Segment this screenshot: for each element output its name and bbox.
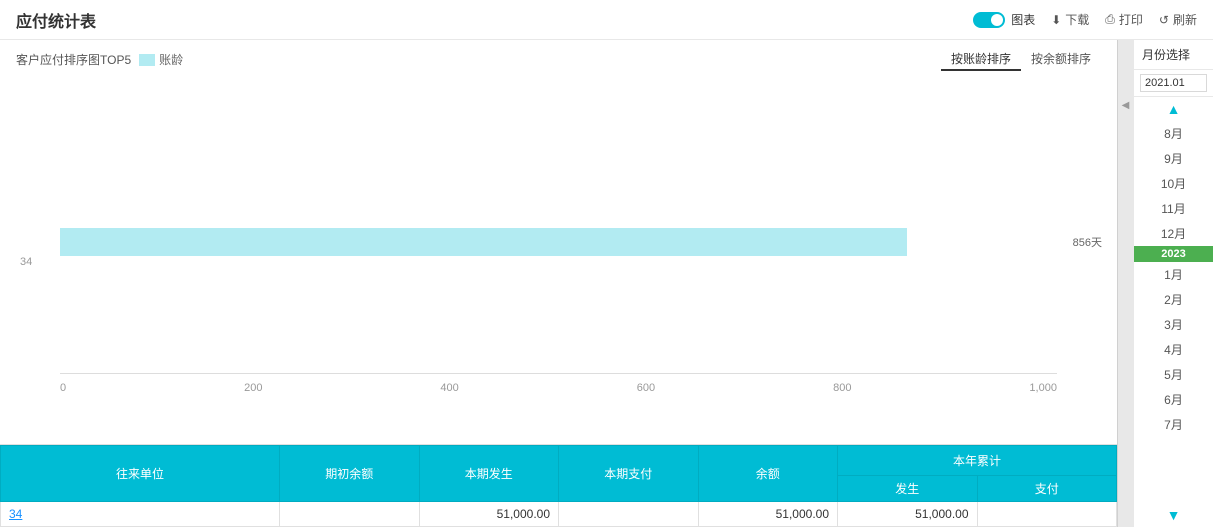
bar-row: 856天 xyxy=(60,228,1057,256)
page-title: 应付统计表 xyxy=(16,8,96,32)
sidebar-year-input[interactable] xyxy=(1140,74,1207,92)
month-item-jan[interactable]: 1月 xyxy=(1134,262,1213,287)
sidebar-title: 月份选择 xyxy=(1134,40,1213,70)
print-icon: ⎙ xyxy=(1105,12,1115,27)
month-item-mar[interactable]: 3月 xyxy=(1134,312,1213,337)
x-axis: 0 200 400 600 800 1,000 xyxy=(60,382,1057,394)
chart-toggle[interactable] xyxy=(973,12,1005,28)
chevron-down-icon: ▼ xyxy=(1167,507,1181,523)
header: 应付统计表 图表 ⬇ 下载 ⎙ 打印 ↺ 刷新 xyxy=(0,0,1213,40)
x-label-600: 600 xyxy=(637,382,655,394)
bar-chart-area: 34 856天 xyxy=(0,79,1117,444)
chart-header: 客户应付排序图TOP5 账龄 按账龄排序 按余额排序 xyxy=(0,40,1117,79)
chart-toggle-wrap[interactable]: 图表 xyxy=(973,11,1035,28)
chart-toggle-label: 图表 xyxy=(1011,11,1035,28)
col-header-occur: 本期发生 xyxy=(419,446,559,502)
month-item-sep[interactable]: 9月 xyxy=(1134,146,1213,171)
sidebar-down-button[interactable]: ▼ xyxy=(1134,503,1213,527)
header-actions: 图表 ⬇ 下载 ⎙ 打印 ↺ 刷新 xyxy=(973,11,1197,28)
refresh-button[interactable]: ↺ 刷新 xyxy=(1159,11,1197,28)
cell-opening xyxy=(280,502,420,527)
col-header-ytd-occur: 发生 xyxy=(838,476,978,502)
legend-title: 客户应付排序图TOP5 xyxy=(16,51,131,68)
chevron-left-icon: ◀ xyxy=(1122,100,1130,111)
month-item-apr[interactable]: 4月 xyxy=(1134,337,1213,362)
month-item-jul[interactable]: 7月 xyxy=(1134,412,1213,437)
sort-by-amount-button[interactable]: 按余额排序 xyxy=(1021,48,1101,71)
x-label-400: 400 xyxy=(440,382,458,394)
y-axis-label: 34 xyxy=(20,256,32,268)
chevron-up-icon: ▲ xyxy=(1167,101,1181,117)
download-button[interactable]: ⬇ 下载 xyxy=(1051,11,1089,28)
year-marker-2023: 2023 xyxy=(1134,246,1213,262)
col-header-unit: 往来单位 xyxy=(1,446,280,502)
sort-by-balance-button[interactable]: 按账龄排序 xyxy=(941,48,1021,71)
legend-color-label: 账龄 xyxy=(159,51,183,68)
app-container: 应付统计表 图表 ⬇ 下载 ⎙ 打印 ↺ 刷新 xyxy=(0,0,1213,527)
bar-fill-container: 856天 xyxy=(60,228,1057,256)
chart-inner: 856天 0 200 400 600 800 1,000 xyxy=(60,89,1057,394)
col-header-opening: 期初余额 xyxy=(280,446,420,502)
month-item-jun[interactable]: 6月 xyxy=(1134,387,1213,412)
col-header-balance: 余额 xyxy=(698,446,838,502)
month-item-feb[interactable]: 2月 xyxy=(1134,287,1213,312)
data-table: 往来单位 期初余额 本期发生 本期支付 余额 本年累计 发生 支付 xyxy=(0,445,1117,527)
sidebar-wrapper: 月份选择 ▲ 8月 9月 10月 11月 12月 2023 1月 2月 3月 xyxy=(1133,40,1213,527)
sidebar: 月份选择 ▲ 8月 9月 10月 11月 12月 2023 1月 2月 3月 xyxy=(1133,40,1213,527)
print-button[interactable]: ⎙ 打印 xyxy=(1105,11,1143,28)
refresh-label: 刷新 xyxy=(1173,11,1197,28)
refresh-icon: ↺ xyxy=(1159,13,1169,27)
col-header-pay: 本期支付 xyxy=(559,446,699,502)
col-header-ytd-pay: 支付 xyxy=(977,476,1117,502)
legend-item-age: 账龄 xyxy=(139,51,183,68)
month-item-may[interactable]: 5月 xyxy=(1134,362,1213,387)
cell-unit[interactable]: 34 xyxy=(1,502,280,527)
x-label-200: 200 xyxy=(244,382,262,394)
download-label: 下载 xyxy=(1065,11,1089,28)
sort-buttons: 按账龄排序 按余额排序 xyxy=(941,48,1101,71)
col-header-ytd-group: 本年累计 xyxy=(838,446,1117,476)
table-row: 34 51,000.00 51,000.00 51,000.00 xyxy=(1,502,1117,527)
panel-toggle-button[interactable]: ◀ xyxy=(1117,40,1133,527)
table-section: 往来单位 期初余额 本期发生 本期支付 余额 本年累计 发生 支付 xyxy=(0,444,1117,527)
print-label: 打印 xyxy=(1119,11,1143,28)
month-item-dec[interactable]: 12月 xyxy=(1134,221,1213,246)
x-label-800: 800 xyxy=(833,382,851,394)
bar-end-label: 856天 xyxy=(1073,234,1102,250)
x-label-0: 0 xyxy=(60,382,66,394)
table-body: 34 51,000.00 51,000.00 51,000.00 xyxy=(1,502,1117,527)
chart-legend: 客户应付排序图TOP5 账龄 xyxy=(16,51,183,68)
month-list: 8月 9月 10月 11月 12月 2023 1月 2月 3月 4月 5月 6月… xyxy=(1134,121,1213,503)
month-item-aug[interactable]: 8月 xyxy=(1134,121,1213,146)
cell-occur: 51,000.00 xyxy=(419,502,559,527)
cell-balance: 51,000.00 xyxy=(698,502,838,527)
x-label-1000: 1,000 xyxy=(1029,382,1057,394)
cell-pay xyxy=(559,502,699,527)
table-header-row: 往来单位 期初余额 本期发生 本期支付 余额 本年累计 xyxy=(1,446,1117,476)
sidebar-year-input-wrap xyxy=(1134,70,1213,97)
bar-fill xyxy=(60,228,907,256)
download-icon: ⬇ xyxy=(1051,13,1061,27)
sidebar-up-button[interactable]: ▲ xyxy=(1134,97,1213,121)
month-item-nov[interactable]: 11月 xyxy=(1134,196,1213,221)
month-item-oct[interactable]: 10月 xyxy=(1134,171,1213,196)
cell-ytd-pay xyxy=(977,502,1117,527)
legend-color-box xyxy=(139,54,155,66)
cell-ytd-occur: 51,000.00 xyxy=(838,502,978,527)
chart-section: 客户应付排序图TOP5 账龄 按账龄排序 按余额排序 34 xyxy=(0,40,1117,527)
